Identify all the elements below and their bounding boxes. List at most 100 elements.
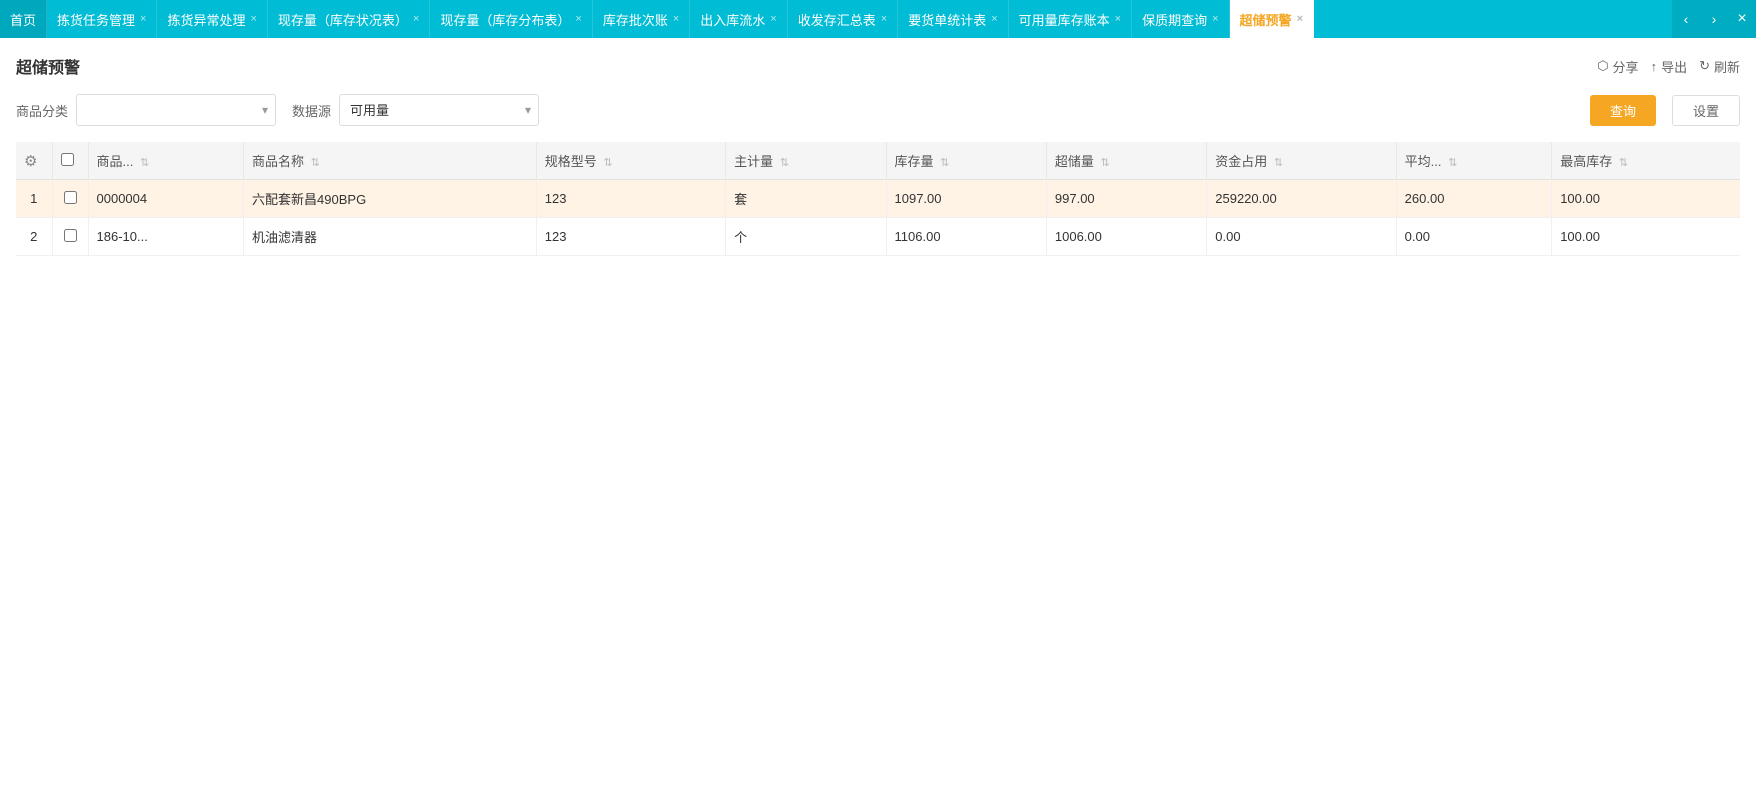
- close-icon[interactable]: ×: [140, 13, 146, 25]
- col-header-avg[interactable]: 平均... ⇅: [1396, 142, 1552, 180]
- refresh-button[interactable]: ↻ 刷新: [1699, 57, 1740, 76]
- checkbox-col-header[interactable]: [52, 142, 88, 180]
- cell-code: 186-10...: [88, 218, 244, 256]
- col-header-capital[interactable]: 资金占用 ⇅: [1207, 142, 1396, 180]
- data-table: ⚙ 商品... ⇅ 商品名称 ⇅ 规格型号 ⇅ 主计量: [16, 142, 1740, 256]
- cell-spec: 123: [536, 218, 725, 256]
- nav-item-order-stat[interactable]: 要货单统计表 ×: [898, 0, 1008, 38]
- col-header-code[interactable]: 商品... ⇅: [88, 142, 244, 180]
- category-select-wrapper: ▾: [76, 94, 276, 126]
- share-icon: ⬡: [1597, 58, 1608, 74]
- col-header-name[interactable]: 商品名称 ⇅: [244, 142, 537, 180]
- datasource-select[interactable]: 可用量 库存量: [339, 94, 539, 126]
- close-icon[interactable]: ×: [881, 13, 887, 25]
- cell-overstock: 1006.00: [1046, 218, 1206, 256]
- nav-item-overstock[interactable]: 超储预警 ×: [1230, 0, 1314, 38]
- nav-item-usable[interactable]: 可用量库存账本 ×: [1009, 0, 1132, 38]
- col-label: 资金占用: [1215, 154, 1267, 169]
- settings-button[interactable]: 设置: [1672, 95, 1740, 126]
- row-checkbox[interactable]: [64, 191, 77, 204]
- select-all-checkbox[interactable]: [61, 153, 74, 166]
- close-icon[interactable]: ×: [1115, 13, 1121, 25]
- close-icon[interactable]: ×: [673, 13, 679, 25]
- col-label: 商品名称: [252, 154, 304, 169]
- nav-item-label: 要货单统计表: [908, 10, 986, 29]
- nav-item-stock-status[interactable]: 现存量（库存状况表） ×: [268, 0, 430, 38]
- category-select[interactable]: [76, 94, 276, 126]
- nav-bar: 首页 拣货任务管理 × 拣货异常处理 × 现存量（库存状况表） × 现存量（库存…: [0, 0, 1756, 38]
- close-icon[interactable]: ×: [770, 13, 776, 25]
- cell-name: 机油滤清器: [244, 218, 537, 256]
- nav-item-task[interactable]: 拣货任务管理 ×: [47, 0, 157, 38]
- col-label: 超储量: [1055, 154, 1094, 169]
- row-number: 1: [16, 180, 52, 218]
- col-header-unit[interactable]: 主计量 ⇅: [726, 142, 886, 180]
- main-content: 超储预警 ⬡ 分享 ↑ 导出 ↻ 刷新 商品分类 ▾: [0, 38, 1756, 800]
- row-checkbox[interactable]: [64, 229, 77, 242]
- export-button[interactable]: ↑ 导出: [1651, 57, 1688, 76]
- nav-item-label: 现存量（库存状况表）: [278, 10, 408, 29]
- nav-item-expiry[interactable]: 保质期查询 ×: [1132, 0, 1229, 38]
- nav-item-label: 库存批次账: [603, 10, 668, 29]
- col-label: 规格型号: [545, 154, 597, 169]
- close-icon[interactable]: ×: [1297, 13, 1303, 25]
- cell-code: 0000004: [88, 180, 244, 218]
- sort-icon: ⇅: [1101, 156, 1110, 169]
- datasource-select-wrapper: 可用量 库存量 ▾: [339, 94, 539, 126]
- nav-item-label: 保质期查询: [1142, 10, 1207, 29]
- cell-stock: 1106.00: [886, 218, 1046, 256]
- nav-item-batch[interactable]: 库存批次账 ×: [593, 0, 690, 38]
- datasource-filter-group: 数据源 可用量 库存量 ▾: [292, 94, 539, 126]
- nav-item-label: 收发存汇总表: [798, 10, 876, 29]
- cell-stock: 1097.00: [886, 180, 1046, 218]
- row-checkbox-cell[interactable]: [52, 180, 88, 218]
- close-icon[interactable]: ×: [1212, 13, 1218, 25]
- query-button[interactable]: 查询: [1590, 95, 1656, 126]
- close-icon[interactable]: ×: [413, 13, 419, 25]
- nav-item-label: 首页: [10, 10, 36, 29]
- cell-avg: 0.00: [1396, 218, 1552, 256]
- nav-item-label: 拣货任务管理: [57, 10, 135, 29]
- col-header-overstock[interactable]: 超储量 ⇅: [1046, 142, 1206, 180]
- export-label: 导出: [1661, 57, 1687, 76]
- sort-icon: ⇅: [603, 156, 612, 169]
- sort-icon: ⇅: [1619, 156, 1628, 169]
- col-label: 商品...: [97, 154, 134, 169]
- category-label: 商品分类: [16, 101, 68, 120]
- close-icon[interactable]: ×: [575, 13, 581, 25]
- header-actions: ⬡ 分享 ↑ 导出 ↻ 刷新: [1597, 57, 1740, 76]
- page-title: 超储预警: [16, 54, 80, 78]
- nav-item-label: 拣货异常处理: [167, 10, 245, 29]
- cell-overstock: 997.00: [1046, 180, 1206, 218]
- nav-prev-button[interactable]: ‹: [1672, 0, 1700, 38]
- row-checkbox-cell[interactable]: [52, 218, 88, 256]
- col-header-spec[interactable]: 规格型号 ⇅: [536, 142, 725, 180]
- settings-icon[interactable]: ⚙: [24, 153, 37, 170]
- nav-item-flow[interactable]: 出入库流水 ×: [690, 0, 787, 38]
- cell-capital: 0.00: [1207, 218, 1396, 256]
- col-label: 最高库存: [1560, 154, 1612, 169]
- refresh-label: 刷新: [1714, 57, 1740, 76]
- cell-max-stock: 100.00: [1552, 218, 1740, 256]
- nav-item-summary[interactable]: 收发存汇总表 ×: [788, 0, 898, 38]
- share-button[interactable]: ⬡ 分享: [1597, 57, 1638, 76]
- col-label: 主计量: [734, 154, 773, 169]
- nav-next-button[interactable]: ›: [1700, 0, 1728, 38]
- col-header-max-stock[interactable]: 最高库存 ⇅: [1552, 142, 1740, 180]
- nav-item-label: 超储预警: [1240, 10, 1292, 29]
- col-header-stock[interactable]: 库存量 ⇅: [886, 142, 1046, 180]
- nav-arrows: ‹ › ×: [1672, 0, 1756, 38]
- nav-item-home[interactable]: 首页: [0, 0, 47, 38]
- nav-item-label: 现存量（库存分布表）: [440, 10, 570, 29]
- nav-item-abnormal[interactable]: 拣货异常处理 ×: [157, 0, 267, 38]
- filter-row: 商品分类 ▾ 数据源 可用量 库存量 ▾ 查询 设置: [16, 94, 1740, 126]
- nav-item-stock-dist[interactable]: 现存量（库存分布表） ×: [430, 0, 592, 38]
- close-icon[interactable]: ×: [250, 13, 256, 25]
- cell-max-stock: 100.00: [1552, 180, 1740, 218]
- gear-col-header[interactable]: ⚙: [16, 142, 52, 180]
- table-row: 1 0000004 六配套新昌490BPG 123 套 1097.00 997.…: [16, 180, 1740, 218]
- nav-close-all-button[interactable]: ×: [1728, 0, 1756, 38]
- close-icon[interactable]: ×: [991, 13, 997, 25]
- sort-icon: ⇅: [940, 156, 949, 169]
- cell-capital: 259220.00: [1207, 180, 1396, 218]
